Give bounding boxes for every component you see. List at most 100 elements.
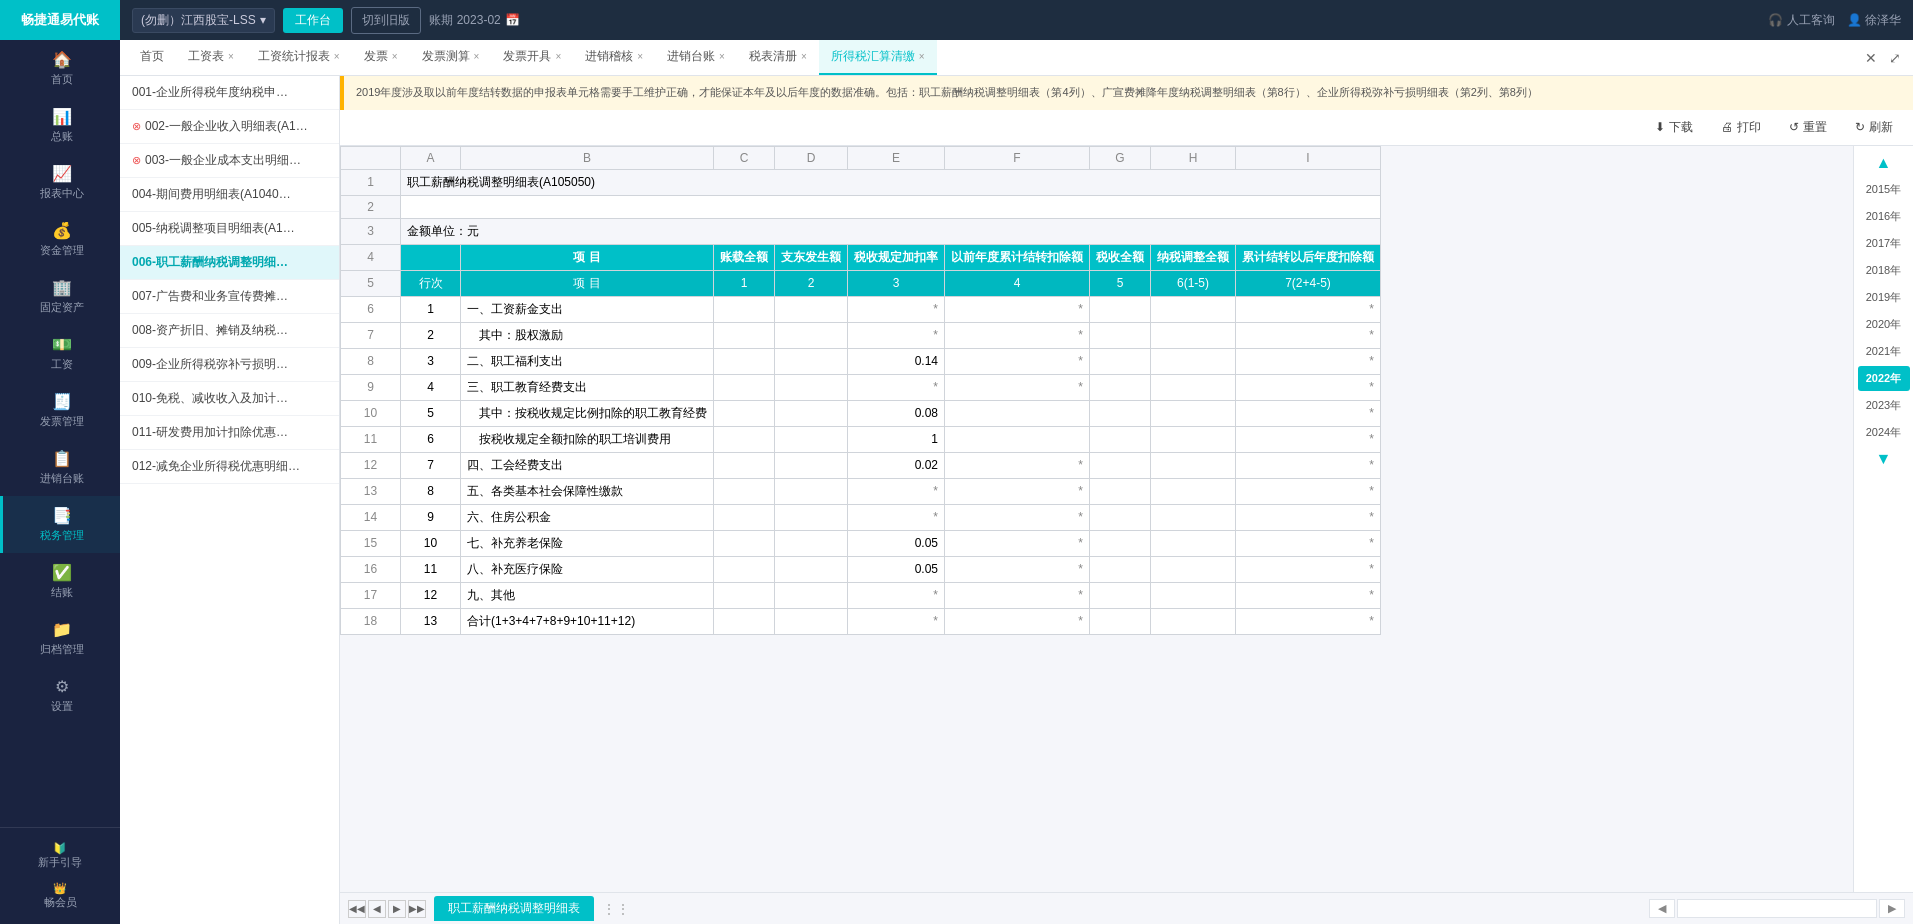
- row7-f[interactable]: *: [945, 322, 1090, 348]
- tab-invoice[interactable]: 发票 ×: [352, 40, 410, 75]
- row8-e[interactable]: 0.14: [848, 348, 945, 374]
- row16-g[interactable]: [1090, 556, 1151, 582]
- tab-invoice-open[interactable]: 发票开具 ×: [491, 40, 573, 75]
- row14-h[interactable]: [1151, 504, 1236, 530]
- tab-close-salary[interactable]: ×: [228, 51, 234, 62]
- year-2021[interactable]: 2021年: [1858, 339, 1910, 364]
- tab-close-verify[interactable]: ×: [637, 51, 643, 62]
- row7-idx[interactable]: 2: [401, 322, 461, 348]
- row9-i[interactable]: *: [1236, 374, 1381, 400]
- print-button[interactable]: 🖨 打印: [1713, 116, 1769, 139]
- row10-idx[interactable]: 5: [401, 400, 461, 426]
- row17-f[interactable]: *: [945, 582, 1090, 608]
- row13-h[interactable]: [1151, 478, 1236, 504]
- year-nav-up[interactable]: ▲: [1872, 150, 1896, 176]
- row18-idx[interactable]: 13: [401, 608, 461, 634]
- row18-g[interactable]: [1090, 608, 1151, 634]
- row9-idx[interactable]: 4: [401, 374, 461, 400]
- row17-h[interactable]: [1151, 582, 1236, 608]
- row7-h[interactable]: [1151, 322, 1236, 348]
- row6-g[interactable]: [1090, 296, 1151, 322]
- row18-i[interactable]: *: [1236, 608, 1381, 634]
- tab-salary-table[interactable]: 工资表 ×: [176, 40, 246, 75]
- tab-close-salary-report[interactable]: ×: [334, 51, 340, 62]
- tab-close-invoice-open[interactable]: ×: [555, 51, 561, 62]
- row13-c[interactable]: [714, 478, 775, 504]
- row8-d[interactable]: [775, 348, 848, 374]
- row9-d[interactable]: [775, 374, 848, 400]
- row11-h[interactable]: [1151, 426, 1236, 452]
- row7-d[interactable]: [775, 322, 848, 348]
- row12-idx[interactable]: 7: [401, 452, 461, 478]
- row16-f[interactable]: *: [945, 556, 1090, 582]
- row18-label[interactable]: 合计(1+3+4+7+8+9+10+11+12): [461, 608, 714, 634]
- workspace-button[interactable]: 工作台: [283, 8, 343, 33]
- support-link[interactable]: 🎧 人工客询: [1768, 12, 1834, 29]
- sidebar-item-fixed[interactable]: 🏢 固定资产: [0, 268, 120, 325]
- refresh-button[interactable]: ↻ 刷新: [1847, 116, 1901, 139]
- row17-e[interactable]: *: [848, 582, 945, 608]
- row12-d[interactable]: [775, 452, 848, 478]
- sidebar-item-archive[interactable]: 📁 归档管理: [0, 610, 120, 667]
- row9-e[interactable]: *: [848, 374, 945, 400]
- tab-salary-report[interactable]: 工资统计报表 ×: [246, 40, 352, 75]
- tab-close-sales-ledger[interactable]: ×: [719, 51, 725, 62]
- row11-idx[interactable]: 6: [401, 426, 461, 452]
- sidebar-item-member[interactable]: 👑 畅会员: [4, 876, 116, 916]
- row17-idx[interactable]: 12: [401, 582, 461, 608]
- row16-i[interactable]: *: [1236, 556, 1381, 582]
- row8-idx[interactable]: 3: [401, 348, 461, 374]
- row15-e[interactable]: 0.05: [848, 530, 945, 556]
- bottom-sheet-tab[interactable]: 职工薪酬纳税调整明细表: [434, 896, 594, 921]
- row12-g[interactable]: [1090, 452, 1151, 478]
- row18-c[interactable]: [714, 608, 775, 634]
- row9-h[interactable]: [1151, 374, 1236, 400]
- row6-label[interactable]: 一、工资薪金支出: [461, 296, 714, 322]
- list-item-007[interactable]: 007-广告费和业务宣传费摊…: [120, 280, 339, 314]
- row12-f[interactable]: *: [945, 452, 1090, 478]
- sheet-nav-first[interactable]: ◀◀: [348, 900, 366, 918]
- row11-f[interactable]: [945, 426, 1090, 452]
- row16-e[interactable]: 0.05: [848, 556, 945, 582]
- tab-sales-ledger[interactable]: 进销台账 ×: [655, 40, 737, 75]
- row16-h[interactable]: [1151, 556, 1236, 582]
- row7-e[interactable]: *: [848, 322, 945, 348]
- row11-i[interactable]: *: [1236, 426, 1381, 452]
- row13-label[interactable]: 五、各类基本社会保障性缴款: [461, 478, 714, 504]
- sidebar-item-sales[interactable]: 📋 进销台账: [0, 439, 120, 496]
- row13-idx[interactable]: 8: [401, 478, 461, 504]
- year-2017[interactable]: 2017年: [1858, 231, 1910, 256]
- row18-e[interactable]: *: [848, 608, 945, 634]
- row8-c[interactable]: [714, 348, 775, 374]
- spreadsheet-container[interactable]: A B C D E F G H I: [340, 146, 1853, 892]
- year-2023[interactable]: 2023年: [1858, 393, 1910, 418]
- row8-g[interactable]: [1090, 348, 1151, 374]
- row8-f[interactable]: *: [945, 348, 1090, 374]
- row15-i[interactable]: *: [1236, 530, 1381, 556]
- row12-h[interactable]: [1151, 452, 1236, 478]
- row10-h[interactable]: [1151, 400, 1236, 426]
- row15-label[interactable]: 七、补充养老保险: [461, 530, 714, 556]
- scroll-bar[interactable]: [1677, 899, 1877, 918]
- row8-h[interactable]: [1151, 348, 1236, 374]
- row14-label[interactable]: 六、住房公积金: [461, 504, 714, 530]
- row10-e[interactable]: 0.08: [848, 400, 945, 426]
- row11-e[interactable]: 1: [848, 426, 945, 452]
- row10-c[interactable]: [714, 400, 775, 426]
- row7-i[interactable]: *: [1236, 322, 1381, 348]
- list-item-012[interactable]: 012-减免企业所得税优惠明细…: [120, 450, 339, 484]
- row6-e[interactable]: *: [848, 296, 945, 322]
- list-item-009[interactable]: 009-企业所得税弥补亏损明…: [120, 348, 339, 382]
- row14-idx[interactable]: 9: [401, 504, 461, 530]
- year-2018[interactable]: 2018年: [1858, 258, 1910, 283]
- history-button[interactable]: 切到旧版: [351, 7, 421, 34]
- tab-close-tax-settlement[interactable]: ×: [919, 51, 925, 62]
- row16-idx[interactable]: 11: [401, 556, 461, 582]
- list-item-003[interactable]: ⊗ 003-一般企业成本支出明细…: [120, 144, 339, 178]
- row9-label[interactable]: 三、职工教育经费支出: [461, 374, 714, 400]
- tab-tax-settlement[interactable]: 所得税汇算清缴 ×: [819, 40, 937, 75]
- tab-close-invoice[interactable]: ×: [392, 51, 398, 62]
- reset-button[interactable]: ↺ 重置: [1781, 116, 1835, 139]
- tab-home[interactable]: 首页: [128, 40, 176, 75]
- row12-e[interactable]: 0.02: [848, 452, 945, 478]
